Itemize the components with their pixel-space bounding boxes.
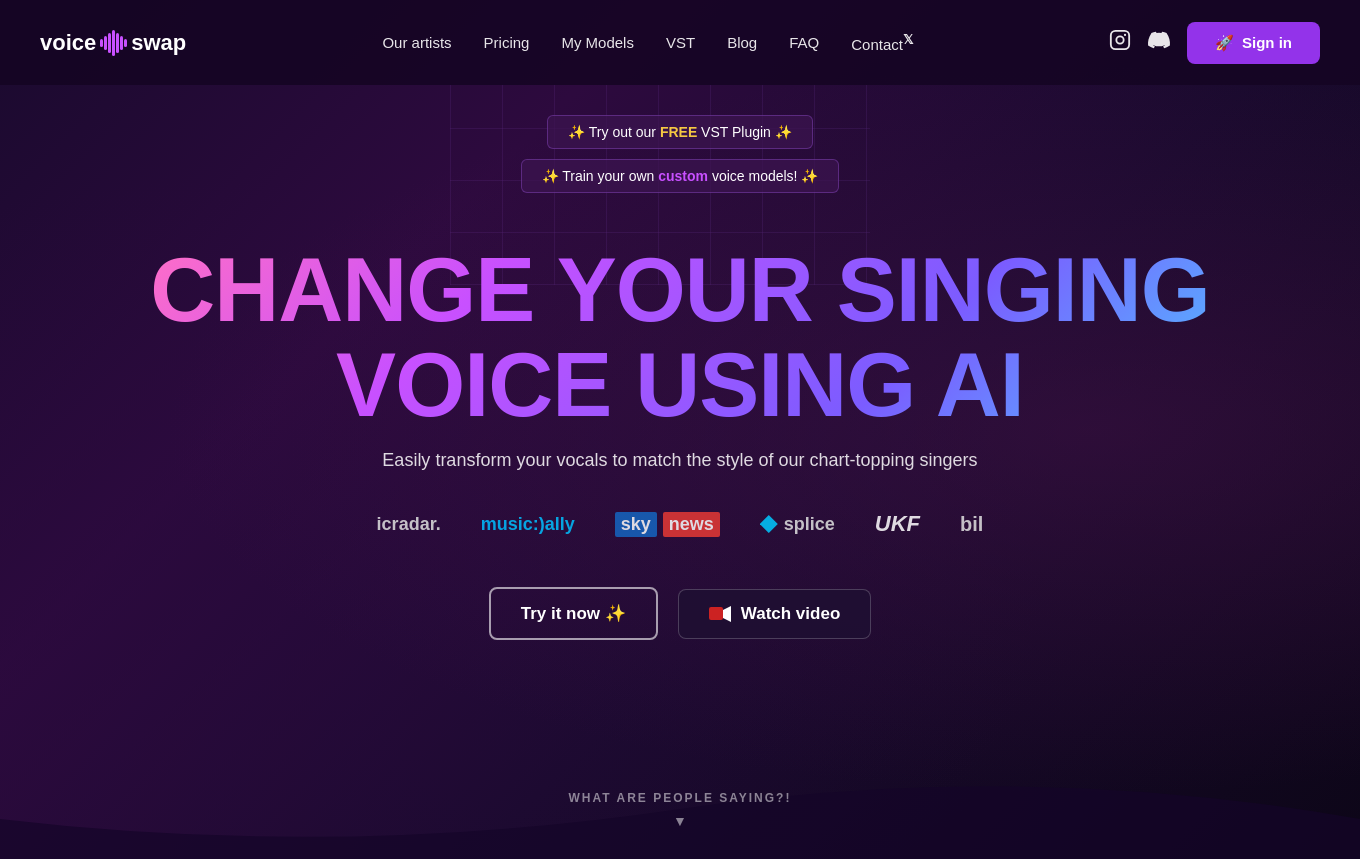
svg-point-2 [1124, 34, 1126, 36]
hero-heading-line1: CHANGE YOUR SINGING [150, 240, 1209, 340]
svg-marker-4 [723, 606, 731, 622]
signin-label: Sign in [1242, 34, 1292, 51]
signin-button[interactable]: 🚀 Sign in [1187, 22, 1320, 64]
nav-item-my-models[interactable]: My Models [561, 34, 634, 52]
logos-row: icradar. music:)ally skynews splice UKF … [377, 511, 984, 537]
banner-container: ✨ Try out our FREE VST Plugin ✨ ✨ Train … [521, 115, 840, 193]
svg-rect-0 [1111, 31, 1129, 49]
bottom-section: WHAT ARE PEOPLE SAYING?! ▼ [0, 791, 1360, 829]
banner-vst[interactable]: ✨ Try out our FREE VST Plugin ✨ [547, 115, 813, 149]
watch-video-button[interactable]: Watch video [678, 589, 872, 639]
cta-row: Try it now ✨ Watch video [489, 587, 872, 640]
logo-icradar: icradar. [377, 514, 441, 535]
bottom-label: WHAT ARE PEOPLE SAYING?! [569, 791, 792, 805]
svg-rect-3 [709, 607, 723, 620]
logo-skynews: skynews [615, 512, 720, 537]
banner-custom-prefix: ✨ Train your own [542, 168, 659, 184]
nav-item-blog[interactable]: Blog [727, 34, 757, 52]
logo[interactable]: voice swap [40, 30, 186, 56]
instagram-icon[interactable] [1109, 29, 1131, 56]
logo-ukf: UKF [875, 511, 920, 537]
nav-item-pricing[interactable]: Pricing [484, 34, 530, 52]
nav-item-faq[interactable]: FAQ [789, 34, 819, 52]
banner-vst-suffix: VST Plugin ✨ [697, 124, 792, 140]
try-now-button[interactable]: Try it now ✨ [489, 587, 658, 640]
rocket-icon: 🚀 [1215, 34, 1234, 52]
navbar: voice swap Our artists Pricing My Models… [0, 0, 1360, 85]
logo-voice: voice [40, 30, 96, 56]
nav-item-contact[interactable]: Contact𝕏 [851, 32, 913, 54]
hero-heading: CHANGE YOUR SINGING VOICE USING AI [150, 243, 1209, 432]
banner-custom[interactable]: ✨ Train your own custom voice models! ✨ [521, 159, 840, 193]
logo-splice: splice [760, 514, 835, 535]
nav-item-our-artists[interactable]: Our artists [382, 34, 451, 52]
video-camera-icon [709, 606, 731, 622]
try-now-label: Try it now ✨ [521, 604, 626, 623]
sky-text: sky [615, 512, 657, 537]
news-text: news [663, 512, 720, 537]
main-content: ✨ Try out our FREE VST Plugin ✨ ✨ Train … [0, 85, 1360, 859]
logo-swap: swap [131, 30, 186, 56]
banner-vst-prefix: ✨ Try out our [568, 124, 660, 140]
watch-video-label: Watch video [741, 604, 841, 624]
banner-custom-suffix: voice models! ✨ [708, 168, 818, 184]
banner-vst-highlight: FREE [660, 124, 697, 140]
discord-icon[interactable] [1147, 29, 1171, 56]
hero-subtitle: Easily transform your vocals to match th… [382, 450, 977, 471]
svg-point-1 [1116, 36, 1123, 43]
banner-custom-highlight: custom [658, 168, 708, 184]
nav-right: 🚀 Sign in [1109, 22, 1320, 64]
logo-text: voice swap [40, 30, 186, 56]
bottom-arrow-icon: ▼ [673, 813, 687, 829]
logo-waveform-icon [100, 30, 127, 56]
hero-heading-line2: VOICE USING AI [336, 335, 1024, 435]
nav-links: Our artists Pricing My Models VST Blog F… [382, 32, 913, 54]
x-social-icon: 𝕏 [903, 32, 913, 47]
logo-bil: bil [960, 513, 983, 536]
splice-diamond-icon [760, 515, 778, 533]
logo-musicaly: music:)ally [481, 514, 575, 535]
nav-item-vst[interactable]: VST [666, 34, 695, 52]
